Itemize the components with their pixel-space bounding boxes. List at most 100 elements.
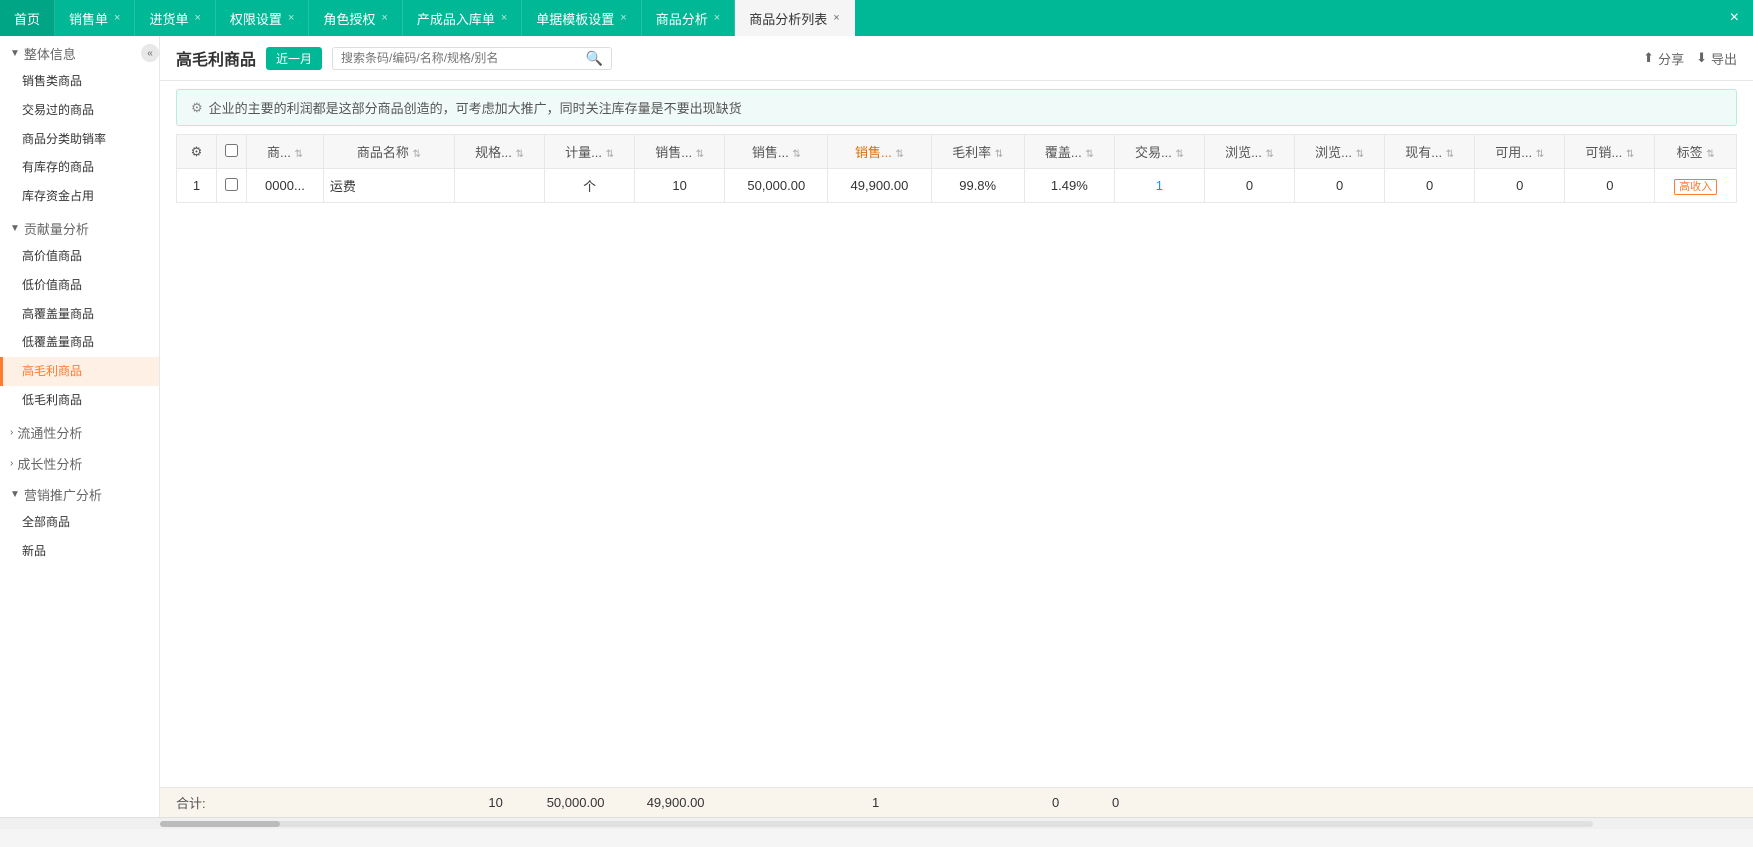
footer-amount-val: 50,000.00 — [526, 795, 626, 810]
close-permission-tab[interactable]: × — [288, 12, 294, 24]
sidebar: « ▼ 整体信息 销售类商品 交易过的商品 商品分类助销率 有库存的商品 库存资… — [0, 36, 160, 817]
footer-blank4 — [786, 795, 846, 810]
footer-available-stock-val: 0 — [1086, 795, 1146, 810]
footer-current-stock-val: 0 — [1026, 795, 1086, 810]
settings-icon[interactable]: ⚙ — [191, 144, 203, 159]
nav-purchase[interactable]: 进货单 × — [135, 0, 215, 36]
scrollbar-thumb[interactable] — [160, 821, 280, 827]
table-row: 10000...运费个1050,000.0049,900.0099.8%1.49… — [177, 169, 1737, 203]
col-sales-cost[interactable]: 销售... ⇅ — [828, 135, 931, 169]
cell-browse1: 0 — [1204, 169, 1294, 203]
nav-product-analysis-list[interactable]: 商品分析列表 × — [735, 0, 854, 36]
close-all-tabs[interactable]: × — [1716, 9, 1753, 27]
footer-blank5 — [906, 795, 966, 810]
cell-index: 1 — [177, 169, 217, 203]
col-unit[interactable]: 计量... ⇅ — [545, 135, 635, 169]
cell-sku-code: 0000... — [247, 169, 324, 203]
col-current-stock[interactable]: 现有... ⇅ — [1385, 135, 1475, 169]
horizontal-scrollbar[interactable] — [0, 817, 1753, 829]
col-coverage[interactable]: 覆盖... ⇅ — [1024, 135, 1114, 169]
sidebar-group-liquidity[interactable]: › 流通性分析 — [0, 415, 159, 446]
sidebar-item-sales-goods[interactable]: 销售类商品 — [0, 67, 159, 96]
search-input[interactable] — [341, 51, 586, 65]
alert-icon: ⚙ — [191, 100, 203, 116]
close-analysis-list-tab[interactable]: × — [833, 12, 839, 24]
col-checkbox — [217, 135, 247, 169]
sidebar-group-overall[interactable]: ▼ 整体信息 — [0, 36, 159, 67]
nav-template[interactable]: 单据模板设置 × — [522, 0, 641, 36]
content-area: 高毛利商品 近一月 🔍 ⬆ 分享 ⬇ 导出 ⚙ 企业的主要的利润都是这部分商品创… — [160, 36, 1753, 817]
footer-blank6 — [966, 795, 1026, 810]
group-arrow-liquidity: › — [10, 427, 13, 438]
footer-qty-val: 10 — [466, 795, 526, 810]
filter-recent-month-button[interactable]: 近一月 — [266, 47, 322, 70]
sidebar-item-all-goods[interactable]: 全部商品 — [0, 508, 159, 537]
trade-count-link[interactable]: 1 — [1156, 178, 1163, 193]
sidebar-item-new-goods[interactable]: 新品 — [0, 537, 159, 566]
sidebar-group-growth[interactable]: › 成长性分析 — [0, 446, 159, 477]
sidebar-item-category-assist[interactable]: 商品分类助销率 — [0, 125, 159, 154]
sidebar-item-low-value[interactable]: 低价值商品 — [0, 271, 159, 300]
cell-coverage: 1.49% — [1024, 169, 1114, 203]
cell-gross-margin: 99.8% — [931, 169, 1024, 203]
col-saleable-stock[interactable]: 可销... ⇅ — [1565, 135, 1655, 169]
col-available-stock[interactable]: 可用... ⇅ — [1475, 135, 1565, 169]
nav-product-inbound[interactable]: 产成品入库单 × — [403, 0, 522, 36]
cell-available-stock: 0 — [1475, 169, 1565, 203]
col-browse1[interactable]: 浏览... ⇅ — [1204, 135, 1294, 169]
close-purchase-tab[interactable]: × — [194, 12, 200, 24]
footer-blank2 — [406, 795, 466, 810]
sidebar-item-high-value[interactable]: 高价值商品 — [0, 242, 159, 271]
sidebar-group-marketing[interactable]: ▼ 营销推广分析 — [0, 477, 159, 508]
sidebar-item-high-margin[interactable]: 高毛利商品 — [0, 357, 159, 386]
search-box: 🔍 — [332, 47, 612, 70]
col-name[interactable]: 商品名称 ⇅ — [323, 135, 454, 169]
close-template-tab[interactable]: × — [620, 12, 626, 24]
col-sales-amount[interactable]: 销售... ⇅ — [725, 135, 828, 169]
group-arrow-growth: › — [10, 458, 13, 469]
nav-product-analysis[interactable]: 商品分析 × — [642, 0, 735, 36]
sidebar-item-stock-goods[interactable]: 有库存的商品 — [0, 153, 159, 182]
nav-sales[interactable]: 销售单 × — [55, 0, 135, 36]
select-all-checkbox[interactable] — [225, 144, 238, 157]
sidebar-item-low-coverage[interactable]: 低覆盖量商品 — [0, 328, 159, 357]
content-header: 高毛利商品 近一月 🔍 ⬆ 分享 ⬇ 导出 — [160, 36, 1753, 81]
nav-role[interactable]: 角色授权 × — [309, 0, 402, 36]
footer-cost-val: 49,900.00 — [626, 795, 726, 810]
cell-tag: 高收入 — [1655, 169, 1737, 203]
col-tag[interactable]: 标签 ⇅ — [1655, 135, 1737, 169]
col-trade-count[interactable]: 交易... ⇅ — [1114, 135, 1204, 169]
col-spec[interactable]: 规格... ⇅ — [454, 135, 544, 169]
col-browse2[interactable]: 浏览... ⇅ — [1295, 135, 1385, 169]
share-button[interactable]: ⬆ 分享 — [1643, 49, 1684, 68]
close-product-inbound-tab[interactable]: × — [501, 12, 507, 24]
group-arrow-contribution: ▼ — [10, 223, 20, 234]
footer-blank1 — [346, 795, 406, 810]
cell-sales-qty: 10 — [635, 169, 725, 203]
cell-trade-count: 1 — [1114, 169, 1204, 203]
close-sales-tab[interactable]: × — [114, 12, 120, 24]
col-index: ⚙ — [177, 135, 217, 169]
footer-blank3 — [726, 795, 786, 810]
sidebar-item-low-margin[interactable]: 低毛利商品 — [0, 386, 159, 415]
search-icon[interactable]: 🔍 — [586, 50, 603, 67]
export-button[interactable]: ⬇ 导出 — [1696, 49, 1737, 68]
nav-home[interactable]: 首页 — [0, 0, 55, 36]
table-container: ⚙ 商... ⇅ 商品名称 ⇅ 规格... ⇅ 计量... ⇅ 销售... ⇅ … — [160, 134, 1753, 787]
row-checkbox[interactable] — [225, 178, 238, 191]
nav-permission[interactable]: 权限设置 × — [216, 0, 309, 36]
sidebar-collapse-button[interactable]: « — [141, 44, 159, 62]
col-sales-qty[interactable]: 销售... ⇅ — [635, 135, 725, 169]
sidebar-item-high-coverage[interactable]: 高覆盖量商品 — [0, 300, 159, 329]
close-analysis-tab[interactable]: × — [714, 12, 720, 24]
alert-text: 企业的主要的利润都是这部分商品创造的，可考虑加大推广，同时关注库存量是不要出现缺… — [209, 98, 742, 117]
col-gross-margin[interactable]: 毛利率 ⇅ — [931, 135, 1024, 169]
sidebar-group-contribution[interactable]: ▼ 贡献量分析 — [0, 211, 159, 242]
sidebar-item-stock-capital[interactable]: 库存资金占用 — [0, 182, 159, 211]
col-sku-code[interactable]: 商... ⇅ — [247, 135, 324, 169]
data-table: ⚙ 商... ⇅ 商品名称 ⇅ 规格... ⇅ 计量... ⇅ 销售... ⇅ … — [176, 134, 1737, 203]
sidebar-item-traded-goods[interactable]: 交易过的商品 — [0, 96, 159, 125]
footer-cells: 10 50,000.00 49,900.00 1 0 0 — [226, 795, 1737, 810]
close-role-tab[interactable]: × — [381, 12, 387, 24]
footer-total-label: 合计: — [176, 793, 206, 812]
